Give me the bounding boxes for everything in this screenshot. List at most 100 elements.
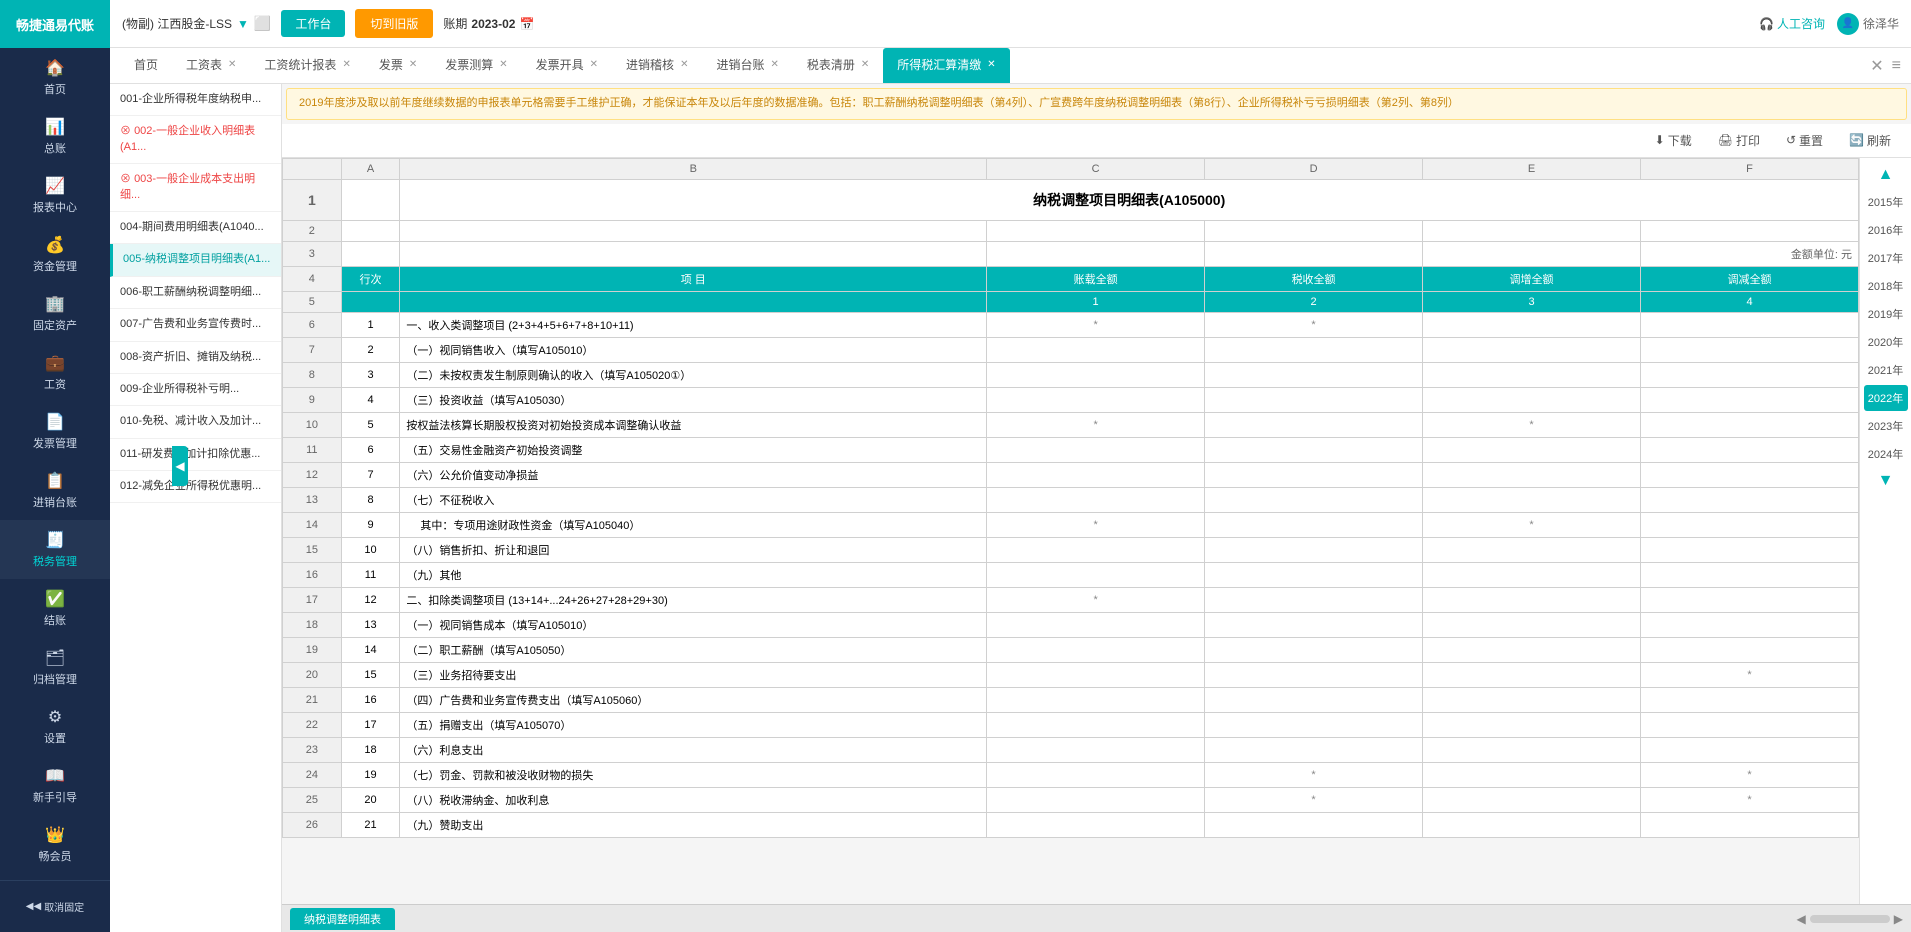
tab-purchase-ledger[interactable]: 进销台账 ✕ [702, 48, 792, 84]
copy-icon: ⬜ [254, 15, 271, 32]
sidebar-item-assets[interactable]: 🏢 固定资产 [0, 284, 110, 343]
sidebar-item-purchase[interactable]: 📋 进销台账 [0, 461, 110, 520]
sidebar-item-member[interactable]: 👑 畅会员 [0, 815, 110, 874]
year-2018[interactable]: 2018年 [1864, 273, 1908, 299]
left-item-010[interactable]: 010-免税、减计收入及加计... [110, 406, 281, 438]
sidebar-item-home[interactable]: 🏠 首页 [0, 48, 110, 107]
tab-purchase-check-close[interactable]: ✕ [680, 59, 688, 70]
close-all-icon[interactable]: ✕ [1870, 56, 1883, 76]
left-item-012[interactable]: 012-减免企业所得税优惠明... [110, 471, 281, 503]
tab-salary-report[interactable]: 工资统计报表 ✕ [250, 48, 364, 84]
service-btn[interactable]: 🎧 人工咨询 [1759, 15, 1825, 32]
sidebar-item-general[interactable]: 📊 总账 [0, 107, 110, 166]
tab-purchase-check[interactable]: 进销稽核 ✕ [612, 48, 702, 84]
spreadsheet-container[interactable]: A B C D E F 1 [282, 158, 1859, 904]
tab-salary-close[interactable]: ✕ [228, 59, 236, 70]
tab-invoice-calc-close[interactable]: ✕ [499, 59, 507, 70]
tab-invoice-calc[interactable]: 发票测算 ✕ [431, 48, 521, 84]
print-btn[interactable]: 🖨 打印 [1710, 128, 1768, 153]
sidebar-item-archive[interactable]: 🗂 归档管理 [0, 638, 110, 697]
left-item-003[interactable]: ⊗ 003-一般企业成本支出明细... [110, 164, 281, 212]
sidebar-item-invoice[interactable]: 📄 发票管理 [0, 402, 110, 461]
year-2024[interactable]: 2024年 [1864, 441, 1908, 467]
left-item-001[interactable]: 001-企业所得税年度纳税申... [110, 84, 281, 116]
archive-icon: 🗂 [45, 648, 65, 668]
old-version-button[interactable]: 切到旧版 [355, 9, 433, 38]
year-2015[interactable]: 2015年 [1864, 189, 1908, 215]
panel-collapse-btn[interactable]: ◀ [172, 446, 188, 486]
purchase-icon: 📋 [45, 471, 65, 491]
year-up-btn[interactable]: ▲ [1874, 162, 1898, 188]
guide-icon: 📖 [45, 766, 65, 786]
year-2023[interactable]: 2023年 [1864, 413, 1908, 439]
tab-salary[interactable]: 工资表 ✕ [172, 48, 250, 84]
left-item-002[interactable]: ⊗ 002-一般企业收入明细表(A1... [110, 116, 281, 164]
calendar-icon[interactable]: 📅 [519, 17, 534, 31]
settle-icon: ✅ [45, 589, 65, 609]
download-btn[interactable]: ⬇ 下载 [1647, 128, 1700, 153]
avatar-icon: 👤 [1837, 13, 1859, 35]
year-panel: ▲ 2015年 2016年 2017年 2018年 2019年 2020年 20… [1859, 158, 1911, 904]
left-item-009[interactable]: 009-企业所得税补亏明... [110, 374, 281, 406]
col-b-header: B [400, 158, 987, 179]
left-item-008[interactable]: 008-资产折旧、摊销及纳税... [110, 342, 281, 374]
tab-income-tax-close[interactable]: ✕ [987, 59, 995, 70]
sidebar-item-capital[interactable]: 💰 资金管理 [0, 225, 110, 284]
tab-home[interactable]: 首页 [120, 48, 172, 84]
year-2017[interactable]: 2017年 [1864, 245, 1908, 271]
left-item-007[interactable]: 007-广告费和业务宣传费时... [110, 309, 281, 341]
content-toolbar: ⬇ 下载 🖨 打印 ↺ 重置 🔄 刷新 [282, 124, 1911, 158]
workspace-button[interactable]: 工作台 [281, 10, 345, 37]
sidebar-item-report[interactable]: 📈 报表中心 [0, 166, 110, 225]
left-item-004[interactable]: 004-期间费用明细表(A1040... [110, 212, 281, 244]
dropdown-icon: ▼ [237, 17, 249, 31]
print-icon: 🖨 [1718, 133, 1733, 147]
zhangzai-header: 账载全额 [987, 266, 1205, 291]
tab-salary-report-close[interactable]: ✕ [342, 59, 350, 70]
data-row-9: 9 4 （三）投资收益（填写A105030） [283, 387, 1859, 412]
unit-row: 3 金额单位: 元 [283, 241, 1859, 266]
reset-icon: ↺ [1786, 133, 1796, 147]
year-2019[interactable]: 2019年 [1864, 301, 1908, 327]
tab-invoice-open[interactable]: 发票开具 ✕ [522, 48, 612, 84]
sidebar-item-settle[interactable]: ✅ 结账 [0, 579, 110, 638]
scroll-right-icon[interactable]: ▶ [1894, 912, 1903, 926]
data-row-16: 16 11 （九）其他 [283, 562, 1859, 587]
reset-btn[interactable]: ↺ 重置 [1778, 128, 1831, 153]
tab-income-tax[interactable]: 所得税汇算清缴 ✕ [883, 48, 1009, 84]
year-2016[interactable]: 2016年 [1864, 217, 1908, 243]
period-label: 账期 [443, 15, 467, 32]
year-2022[interactable]: 2022年 [1864, 385, 1908, 411]
col-header-row: A B C D E F [283, 158, 1859, 179]
tab-tax-clear-close[interactable]: ✕ [861, 59, 869, 70]
year-down-btn[interactable]: ▼ [1874, 468, 1898, 494]
title-hang [341, 179, 400, 220]
tab-invoice-close[interactable]: ✕ [409, 59, 417, 70]
company-selector: (物副) 江西股金-LSS ▼ ⬜ [122, 15, 271, 32]
tab-invoice[interactable]: 发票 ✕ [365, 48, 431, 84]
tab-tax-clear[interactable]: 税表清册 ✕ [793, 48, 883, 84]
spreadsheet-table: A B C D E F 1 [282, 158, 1859, 838]
sidebar-item-tax[interactable]: 🧾 税务管理 [0, 520, 110, 579]
period-selector: 账期 2023-02 📅 [443, 15, 534, 32]
bottom-tab-shuizhao[interactable]: 纳税调整明细表 [290, 908, 395, 930]
menu-icon[interactable]: ≡ [1892, 57, 1901, 75]
unpin-btn[interactable]: ◀◀ 取消固定 [0, 889, 110, 924]
data-row-26: 26 21 （九）赞助支出 [283, 812, 1859, 837]
year-2021[interactable]: 2021年 [1864, 357, 1908, 383]
left-item-006[interactable]: 006-职工薪酬纳税调整明细... [110, 277, 281, 309]
col-rownum [283, 158, 342, 179]
left-item-005[interactable]: 005-纳税调整项目明细表(A1... [110, 244, 281, 276]
sidebar-item-guide[interactable]: 📖 新手引导 [0, 756, 110, 815]
data-row-6: 6 1 一、收入类调整项目 (2+3+4+5+6+7+8+10+11) * * [283, 312, 1859, 337]
year-2020[interactable]: 2020年 [1864, 329, 1908, 355]
data-row-10: 10 5 按权益法核算长期股权投资对初始投资成本调整确认收益 * * [283, 412, 1859, 437]
refresh-btn[interactable]: 🔄 刷新 [1841, 128, 1899, 153]
user-avatar[interactable]: 👤 徐泽华 [1837, 13, 1899, 35]
tab-purchase-ledger-close[interactable]: ✕ [770, 59, 778, 70]
tab-invoice-open-close[interactable]: ✕ [590, 59, 598, 70]
sidebar-item-settings[interactable]: ⚙ 设置 [0, 697, 110, 756]
sidebar-item-salary[interactable]: 💼 工资 [0, 343, 110, 402]
left-item-011[interactable]: 011-研发费用加计扣除优惠... [110, 439, 281, 471]
scroll-left-icon[interactable]: ◀ [1797, 912, 1806, 926]
